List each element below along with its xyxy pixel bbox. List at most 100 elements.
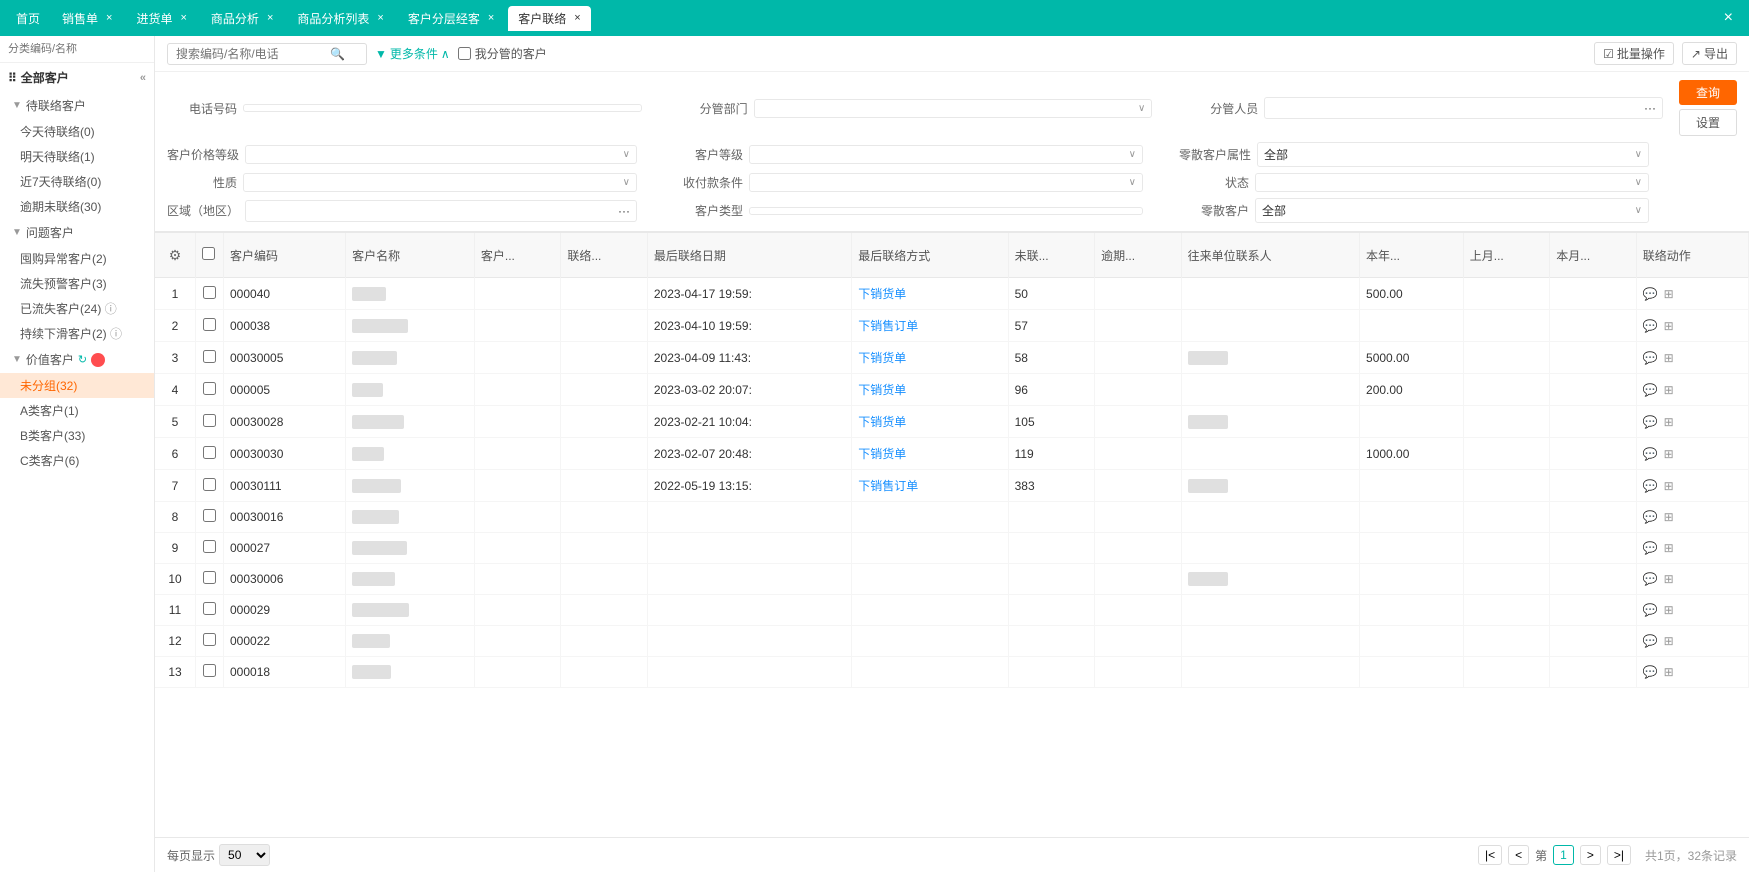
first-page-button[interactable]: |< (1478, 845, 1502, 865)
row-checkbox-cell[interactable] (196, 595, 224, 626)
current-page-number[interactable]: 1 (1553, 845, 1574, 865)
contact-method-link[interactable]: 下销货单 (858, 351, 906, 365)
tab-analysis-list[interactable]: 商品分析列表 × (287, 6, 393, 31)
sidebar-item-churned[interactable]: 已流失客户(24) ⓘ (0, 296, 154, 321)
col-checkbox[interactable] (196, 233, 224, 278)
message-icon[interactable]: 💬 (1643, 603, 1658, 617)
row-checkbox-cell[interactable] (196, 438, 224, 470)
sidebar-item-hoard[interactable]: 囤购异常客户(2) (0, 246, 154, 271)
row-checkbox[interactable] (203, 571, 216, 584)
contact-method-link[interactable]: 下销售订单 (858, 479, 918, 493)
message-icon[interactable]: 💬 (1643, 510, 1658, 524)
message-icon[interactable]: 💬 (1643, 351, 1658, 365)
row-checkbox[interactable] (203, 286, 216, 299)
my-customers-filter[interactable]: 我分管的客户 (458, 45, 547, 62)
nature-select[interactable]: ∨ (243, 173, 637, 192)
refresh-icon[interactable]: ↻ (78, 353, 87, 366)
tab-customer-segment[interactable]: 客户分层经客 × (398, 6, 504, 31)
message-icon[interactable]: 💬 (1643, 319, 1658, 333)
message-icon[interactable]: 💬 (1643, 383, 1658, 397)
main-search-input[interactable] (176, 47, 326, 61)
sidebar-group-value[interactable]: ▼ 价值客户 ↻ (0, 346, 154, 373)
sidebar-item-churn-warning[interactable]: 流失预警客户(3) (0, 271, 154, 296)
row-checkbox[interactable] (203, 414, 216, 427)
per-page-dropdown[interactable]: 50 100 200 (219, 844, 270, 866)
row-checkbox-cell[interactable] (196, 626, 224, 657)
row-checkbox-cell[interactable] (196, 374, 224, 406)
message-icon[interactable]: 💬 (1643, 634, 1658, 648)
status-select[interactable]: ∨ (1255, 173, 1649, 192)
window-close-button[interactable]: × (1716, 9, 1741, 27)
grid-action-icon[interactable]: ⊞ (1664, 383, 1674, 397)
grid-action-icon[interactable]: ⊞ (1664, 415, 1674, 429)
region-select[interactable]: ··· (245, 200, 637, 222)
message-icon[interactable]: 💬 (1643, 447, 1658, 461)
tab-analysis-list-close[interactable]: × (377, 12, 383, 24)
last-page-button[interactable]: >| (1607, 845, 1631, 865)
sidebar-item-class-b[interactable]: B类客户(33) (0, 423, 154, 448)
home-tab[interactable]: 首页 (8, 6, 48, 31)
sidebar-group-problems[interactable]: ▼ 问题客户 (0, 219, 154, 246)
all-customers-header[interactable]: ⠿ 全部客户 « (0, 63, 154, 92)
my-customers-checkbox[interactable] (458, 47, 471, 60)
more-conditions-button[interactable]: ▼ 更多条件 ∧ (375, 45, 450, 62)
sidebar-item-7days[interactable]: 近7天待联络(0) (0, 169, 154, 194)
sidebar-item-ungrouped[interactable]: 未分组(32) (0, 373, 154, 398)
collapse-icon[interactable]: « (140, 72, 146, 84)
row-checkbox-cell[interactable] (196, 533, 224, 564)
grid-action-icon[interactable]: ⊞ (1664, 479, 1674, 493)
row-checkbox[interactable] (203, 633, 216, 646)
tab-sales[interactable]: 销售单 × (52, 6, 122, 31)
sidebar-item-today[interactable]: 今天待联络(0) (0, 119, 154, 144)
row-checkbox-cell[interactable] (196, 502, 224, 533)
grid-action-icon[interactable]: ⊞ (1664, 541, 1674, 555)
query-button[interactable]: 查询 (1679, 80, 1737, 105)
scatter-attr-select[interactable]: 全部∨ (1257, 142, 1649, 167)
message-icon[interactable]: 💬 (1643, 479, 1658, 493)
row-checkbox-cell[interactable] (196, 406, 224, 438)
grid-action-icon[interactable]: ⊞ (1664, 665, 1674, 679)
grid-action-icon[interactable]: ⊞ (1664, 510, 1674, 524)
contact-method-link[interactable]: 下销货单 (858, 383, 906, 397)
row-checkbox-cell[interactable] (196, 564, 224, 595)
tab-purchase[interactable]: 进货单 × (126, 6, 196, 31)
row-checkbox[interactable] (203, 350, 216, 363)
sidebar-item-class-a[interactable]: A类客户(1) (0, 398, 154, 423)
row-checkbox[interactable] (203, 382, 216, 395)
message-icon[interactable]: 💬 (1643, 415, 1658, 429)
row-checkbox-cell[interactable] (196, 342, 224, 374)
tab-purchase-close[interactable]: × (180, 12, 186, 24)
scatter-customer-select[interactable]: 全部∨ (1255, 198, 1649, 223)
grid-action-icon[interactable]: ⊞ (1664, 572, 1674, 586)
tab-analysis[interactable]: 商品分析 × (201, 6, 283, 31)
contact-method-link[interactable]: 下销售订单 (858, 319, 918, 333)
grid-action-icon[interactable]: ⊞ (1664, 603, 1674, 617)
contact-method-link[interactable]: 下销货单 (858, 287, 906, 301)
row-checkbox-cell[interactable] (196, 310, 224, 342)
message-icon[interactable]: 💬 (1643, 541, 1658, 555)
row-checkbox[interactable] (203, 540, 216, 553)
customer-grade-select[interactable]: ∨ (749, 145, 1143, 164)
grid-action-icon[interactable]: ⊞ (1664, 634, 1674, 648)
tab-customer-segment-close[interactable]: × (488, 12, 494, 24)
row-checkbox[interactable] (203, 509, 216, 522)
sidebar-item-overdue[interactable]: 逾期未联络(30) (0, 194, 154, 219)
tab-customer-contact[interactable]: 客户联络 × (508, 6, 590, 31)
row-checkbox-cell[interactable] (196, 657, 224, 688)
tab-analysis-close[interactable]: × (267, 12, 273, 24)
sidebar-item-tomorrow[interactable]: 明天待联络(1) (0, 144, 154, 169)
sidebar-group-pending[interactable]: ▼ 待联络客户 (0, 92, 154, 119)
gear-icon[interactable]: ⚙ (161, 241, 189, 269)
row-checkbox[interactable] (203, 664, 216, 677)
sidebar-item-class-c[interactable]: C类客户(6) (0, 448, 154, 473)
dept-select[interactable]: ∨ (754, 99, 1153, 118)
sidebar-item-declining[interactable]: 持续下滑客户(2) ⓘ (0, 321, 154, 346)
customer-type-select[interactable] (749, 207, 1143, 215)
col-gear[interactable]: ⚙ (155, 233, 196, 278)
message-icon[interactable]: 💬 (1643, 665, 1658, 679)
tab-sales-close[interactable]: × (106, 12, 112, 24)
price-grade-select[interactable]: ∨ (245, 145, 637, 164)
sidebar-search-input[interactable] (8, 43, 150, 55)
batch-operation-button[interactable]: ☑ 批量操作 (1594, 42, 1674, 65)
grid-action-icon[interactable]: ⊞ (1664, 287, 1674, 301)
